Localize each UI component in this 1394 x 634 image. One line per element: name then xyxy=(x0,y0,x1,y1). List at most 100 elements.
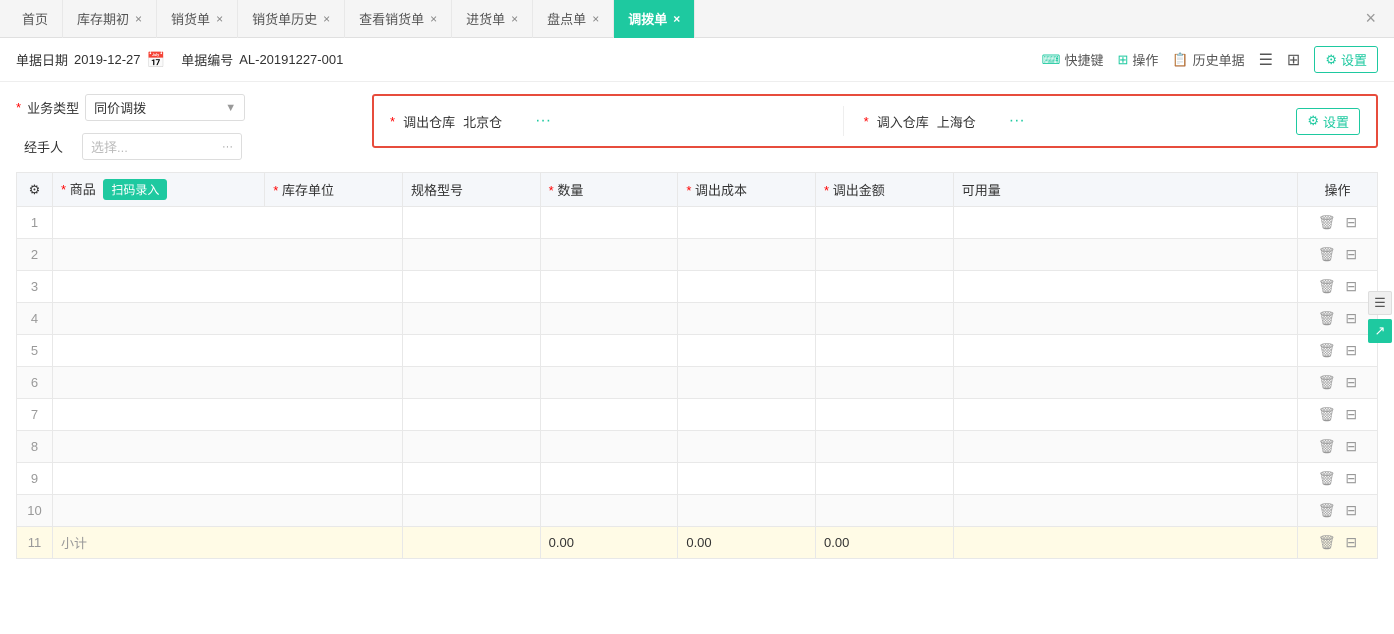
row-num-2: 2 xyxy=(17,239,53,271)
copy-icon-6[interactable]: ⊟ xyxy=(1345,374,1357,390)
copy-icon-10[interactable]: ⊟ xyxy=(1345,502,1357,518)
qty-cell-7[interactable] xyxy=(540,399,678,431)
subtotal-op-cell: 🗑 ⊟ xyxy=(1298,527,1378,559)
copy-icon-4[interactable]: ⊟ xyxy=(1345,310,1357,326)
close-tab-purchase[interactable]: × xyxy=(511,12,518,26)
copy-icon-3[interactable]: ⊟ xyxy=(1345,278,1357,294)
delete-icon-3[interactable]: 🗑 xyxy=(1318,278,1336,294)
person-select[interactable]: 选择... ··· xyxy=(82,133,242,160)
product-cell-6[interactable] xyxy=(53,367,403,399)
close-tab-transfer[interactable]: × xyxy=(673,12,680,26)
close-tab-inventory-init[interactable]: × xyxy=(135,12,142,26)
row-num-1: 1 xyxy=(17,207,53,239)
product-cell-7[interactable] xyxy=(53,399,403,431)
qty-cell-2[interactable] xyxy=(540,239,678,271)
window-close-button[interactable]: × xyxy=(1355,8,1386,29)
delete-icon-1[interactable]: 🗑 xyxy=(1318,214,1336,230)
qty-cell-5[interactable] xyxy=(540,335,678,367)
available-cell-4 xyxy=(953,303,1297,335)
unit-cell-2 xyxy=(402,239,540,271)
tab-view-sales[interactable]: 查看销货单 × xyxy=(345,0,452,38)
warehouse-in-more-icon[interactable]: ··· xyxy=(1009,112,1025,130)
history-tool[interactable]: 📋 历史单据 xyxy=(1172,50,1244,69)
warehouse-out-required-star: * xyxy=(390,114,395,129)
delete-icon-9[interactable]: 🗑 xyxy=(1318,470,1336,486)
side-export-icon[interactable]: ↗ xyxy=(1368,319,1392,343)
product-cell-9[interactable] xyxy=(53,463,403,495)
delete-icon-4[interactable]: 🗑 xyxy=(1318,310,1336,326)
qty-cell-8[interactable] xyxy=(540,431,678,463)
close-tab-sales-history[interactable]: × xyxy=(323,12,330,26)
tab-home[interactable]: 首页 xyxy=(8,0,63,38)
warehouse-settings-button[interactable]: ⚙ 设置 xyxy=(1296,108,1360,135)
business-type-select[interactable]: 同价调拨 ▼ xyxy=(85,94,245,121)
available-cell-5 xyxy=(953,335,1297,367)
qty-cell-9[interactable] xyxy=(540,463,678,495)
unit-cell-7 xyxy=(402,399,540,431)
product-required-star: * xyxy=(61,182,66,197)
product-cell-10[interactable] xyxy=(53,495,403,527)
tab-sales-order[interactable]: 销货单 × xyxy=(157,0,238,38)
product-cell-8[interactable] xyxy=(53,431,403,463)
available-cell-9 xyxy=(953,463,1297,495)
close-tab-sales-order[interactable]: × xyxy=(216,12,223,26)
qty-cell-6[interactable] xyxy=(540,367,678,399)
col-amount: * 调出金额 xyxy=(816,173,954,207)
main-form-area: * 业务类型 同价调拨 ▼ 经手人 选择... ··· * 调出仓库 北京仓 ·… xyxy=(0,82,1394,172)
product-cell-1[interactable] xyxy=(53,207,403,239)
operations-tool[interactable]: ⊞ 操作 xyxy=(1117,50,1158,69)
table-row: 6 🗑 ⊟ xyxy=(17,367,1378,399)
scan-button[interactable]: 扫码录入 xyxy=(103,179,167,200)
list-view-toggle[interactable]: ☰ xyxy=(1259,50,1273,70)
copy-icon-11[interactable]: ⊟ xyxy=(1345,534,1357,550)
delete-icon-6[interactable]: 🗑 xyxy=(1318,374,1336,390)
col-spec: 规格型号 xyxy=(402,173,540,207)
business-type-field: * 业务类型 同价调拨 ▼ xyxy=(16,94,356,121)
col-gear[interactable]: ⚙ xyxy=(17,173,53,207)
close-tab-view-sales[interactable]: × xyxy=(430,12,437,26)
copy-icon-2[interactable]: ⊟ xyxy=(1345,246,1357,262)
table-row: 9 🗑 ⊟ xyxy=(17,463,1378,495)
side-list-icon[interactable]: ☰ xyxy=(1368,291,1392,315)
tab-inventory-init[interactable]: 库存期初 × xyxy=(63,0,157,38)
grid-icon: ⊞ xyxy=(1287,50,1300,70)
cost-cell-4 xyxy=(678,303,816,335)
delete-icon-5[interactable]: 🗑 xyxy=(1318,342,1336,358)
copy-icon-8[interactable]: ⊟ xyxy=(1345,438,1357,454)
shortcut-tool[interactable]: ⌨ 快捷键 xyxy=(1042,50,1104,69)
table-row: 10 🗑 ⊟ xyxy=(17,495,1378,527)
qty-cell-4[interactable] xyxy=(540,303,678,335)
copy-icon-5[interactable]: ⊟ xyxy=(1345,342,1357,358)
settings-button[interactable]: ⚙ 设置 xyxy=(1314,46,1378,73)
product-cell-2[interactable] xyxy=(53,239,403,271)
delete-icon-2[interactable]: 🗑 xyxy=(1318,246,1336,262)
toolbar-right: ⌨ 快捷键 ⊞ 操作 📋 历史单据 ☰ ⊞ ⚙ 设置 xyxy=(1042,46,1378,73)
delete-icon-11[interactable]: 🗑 xyxy=(1318,534,1336,550)
warehouse-in-required-star: * xyxy=(864,114,869,129)
col-op: 操作 xyxy=(1298,173,1378,207)
tab-purchase[interactable]: 进货单 × xyxy=(452,0,533,38)
delete-icon-8[interactable]: 🗑 xyxy=(1318,438,1336,454)
product-cell-4[interactable] xyxy=(53,303,403,335)
warehouse-out-more-icon[interactable]: ··· xyxy=(535,112,551,130)
copy-icon-1[interactable]: ⊟ xyxy=(1345,214,1357,230)
settings-gear-icon: ⚙ xyxy=(1325,52,1337,68)
qty-cell-3[interactable] xyxy=(540,271,678,303)
copy-icon-7[interactable]: ⊟ xyxy=(1345,406,1357,422)
qty-cell-1[interactable] xyxy=(540,207,678,239)
tab-sales-history[interactable]: 销货单历史 × xyxy=(238,0,345,38)
product-cell-3[interactable] xyxy=(53,271,403,303)
delete-icon-7[interactable]: 🗑 xyxy=(1318,406,1336,422)
copy-icon-9[interactable]: ⊟ xyxy=(1345,470,1357,486)
row-num-8: 8 xyxy=(17,431,53,463)
tab-stocktake[interactable]: 盘点单 × xyxy=(533,0,614,38)
grid-view-toggle[interactable]: ⊞ xyxy=(1287,50,1300,70)
close-tab-stocktake[interactable]: × xyxy=(592,12,599,26)
calendar-icon[interactable]: 📅 xyxy=(147,51,166,69)
delete-icon-10[interactable]: 🗑 xyxy=(1318,502,1336,518)
amount-cell-5 xyxy=(816,335,954,367)
product-cell-5[interactable] xyxy=(53,335,403,367)
qty-cell-10[interactable] xyxy=(540,495,678,527)
tab-transfer[interactable]: 调拨单 × xyxy=(614,0,695,38)
row-num-10: 10 xyxy=(17,495,53,527)
